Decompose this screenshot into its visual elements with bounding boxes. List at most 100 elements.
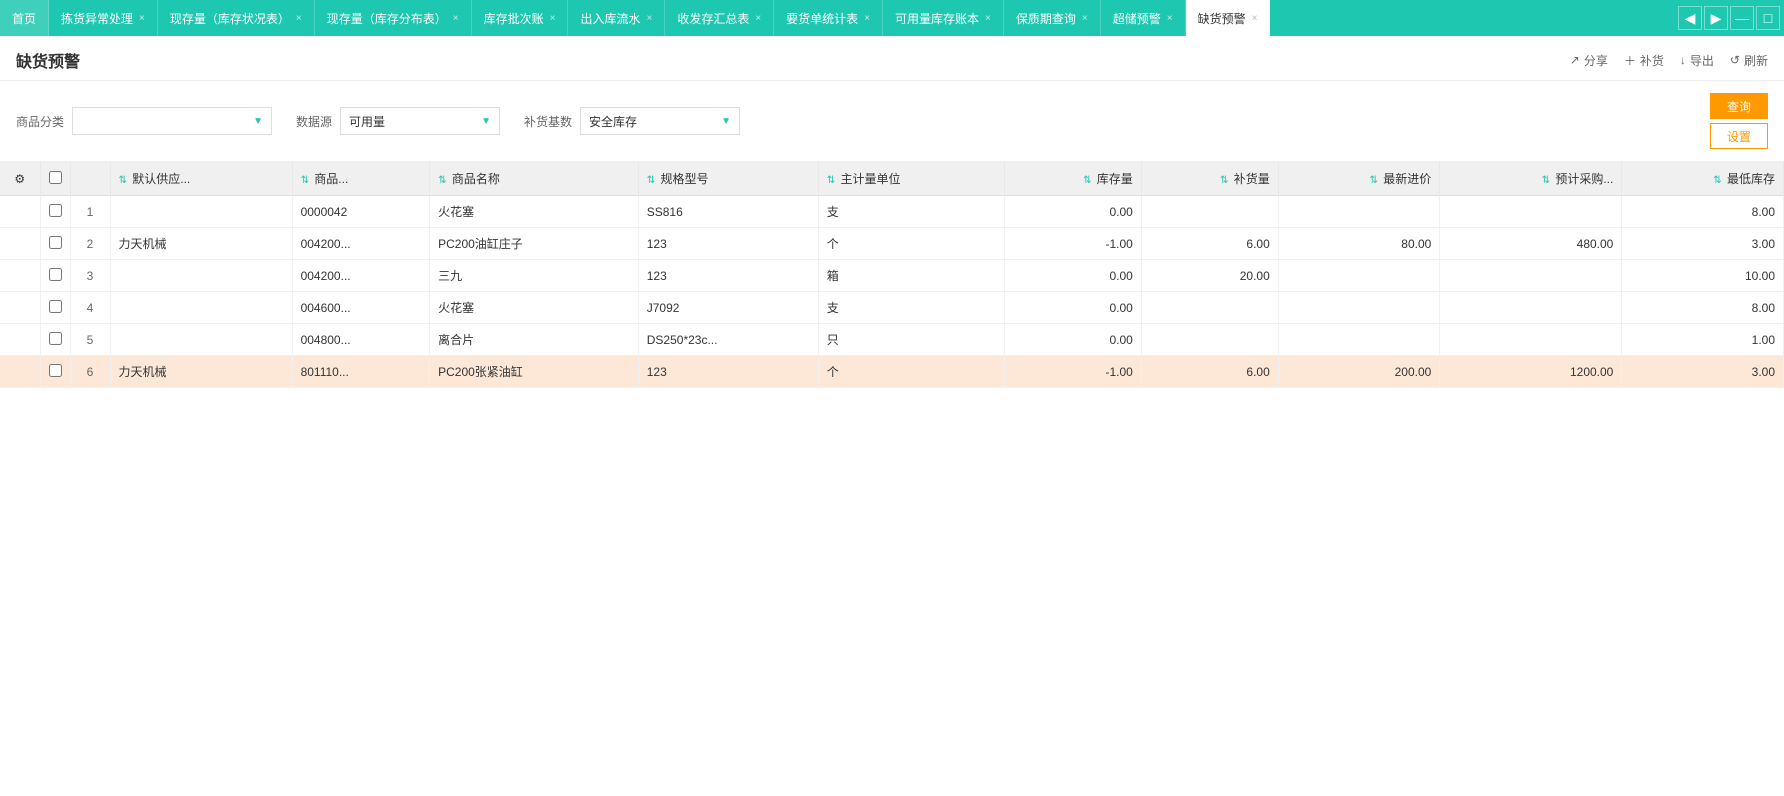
nav-tabs: 首页拣货异常处理×现存量（库存状况表）×现存量（库存分布表）×库存批次账×出入库… [0,0,1784,36]
column-unit: ⇅ 主计量单位 [818,162,1004,196]
row-checkbox[interactable] [49,300,62,313]
row-estimated-purchase [1440,196,1622,228]
row-replenish [1141,292,1278,324]
tab-close-btn[interactable]: × [296,13,302,24]
filter-area: 商品分类 ▼ 数据源 可用量 ▼ 补货基数 安全库存 ▼ 查询 设置 [0,81,1784,162]
nav-tab-5[interactable]: 出入库流水× [568,0,665,36]
row-checkbox[interactable] [49,268,62,281]
category-arrow-icon: ▼ [253,116,263,127]
row-gear-cell [0,260,40,292]
select-all-checkbox[interactable] [49,171,62,184]
row-number: 4 [70,292,110,324]
nav-tab-3[interactable]: 现存量（库存分布表）× [315,0,472,36]
tab-close-btn[interactable]: × [646,13,652,24]
table-row: 2力天机械004200...PC200油缸庄子123个-1.006.0080.0… [0,228,1784,260]
category-select[interactable]: ▼ [72,107,272,135]
row-checkbox[interactable] [49,236,62,249]
tab-close-btn[interactable]: × [550,13,556,24]
row-supplier [110,260,292,292]
row-replenish [1141,324,1278,356]
row-unit: 支 [818,292,1004,324]
row-min-stock: 3.00 [1622,356,1784,388]
export-action[interactable]: ↓ 导出 [1680,52,1714,69]
row-supplier [110,196,292,228]
row-unit: 只 [818,324,1004,356]
nav-tab-4[interactable]: 库存批次账× [472,0,569,36]
nav-tab-1[interactable]: 拣货异常处理× [49,0,158,36]
column-stock: ⇅ 库存量 [1004,162,1141,196]
settings-button[interactable]: 设置 [1710,123,1768,149]
share-icon: ↗ [1570,53,1580,67]
tab-close-btn[interactable]: × [1167,13,1173,24]
row-checkbox[interactable] [49,332,62,345]
row-estimated-purchase [1440,260,1622,292]
table-row: 10000042火花塞SS816支0.008.00 [0,196,1784,228]
query-button[interactable]: 查询 [1710,93,1768,119]
nav-tab-label: 要货单统计表 [786,10,858,27]
refresh-action[interactable]: ↺ 刷新 [1730,52,1768,69]
nav-tab-11[interactable]: 缺货预警× [1186,0,1271,36]
row-number: 5 [70,324,110,356]
category-label: 商品分类 [16,113,64,130]
row-supplier: 力天机械 [110,356,292,388]
row-latest-price [1278,196,1440,228]
row-number: 3 [70,260,110,292]
row-spec: 123 [638,228,818,260]
stock-sort-icon: ⇅ [1083,175,1091,186]
nav-tab-0[interactable]: 首页 [0,0,49,36]
table-row: 6力天机械801110...PC200张紧油缸123个-1.006.00200.… [0,356,1784,388]
share-action[interactable]: ↗ 分享 [1570,52,1608,69]
row-checkbox[interactable] [49,364,62,377]
datasource-value: 可用量 [349,113,385,130]
tab-close-btn[interactable]: × [864,13,870,24]
refresh-icon: ↺ [1730,53,1740,67]
replenish-base-value: 安全库存 [589,113,637,130]
tab-close-btn[interactable]: × [985,13,991,24]
stock-header-label: 库存量 [1097,172,1133,186]
replenish-action[interactable]: ＋ 补货 [1624,52,1664,69]
nav-tab-10[interactable]: 超储预警× [1101,0,1186,36]
row-unit: 箱 [818,260,1004,292]
replenish-base-select[interactable]: 安全库存 ▼ [580,107,740,135]
nav-tab-7[interactable]: 要货单统计表 × [774,0,883,36]
row-product-name: 火花塞 [430,196,639,228]
maximize-btn[interactable]: □ [1756,6,1780,30]
spec-sort-icon: ⇅ [647,175,655,186]
nav-tab-9[interactable]: 保质期查询× [1004,0,1101,36]
column-gear: ⚙ [0,162,40,196]
datasource-select[interactable]: 可用量 ▼ [340,107,500,135]
row-product-name: 三九 [430,260,639,292]
row-stock: 0.00 [1004,196,1141,228]
gear-icon[interactable]: ⚙ [14,172,25,186]
row-product-name: 离合片 [430,324,639,356]
row-min-stock: 1.00 [1622,324,1784,356]
row-product-code: 004200... [292,228,430,260]
row-supplier [110,324,292,356]
replenish-base-filter-group: 补货基数 安全库存 ▼ [524,107,740,135]
minimize-btn[interactable]: — [1730,6,1754,30]
row-latest-price [1278,324,1440,356]
unit-header-label: 主计量单位 [840,172,900,186]
page-header: 缺货预警 ↗ 分享 ＋ 补货 ↓ 导出 ↺ 刷新 [0,36,1784,81]
row-stock: 0.00 [1004,324,1141,356]
unit-sort-icon: ⇅ [827,175,835,186]
minstock-sort-icon: ⇅ [1713,175,1721,186]
tab-close-btn[interactable]: × [139,13,145,24]
tabs-prev-btn[interactable]: ◀ [1678,6,1702,30]
row-spec: 123 [638,356,818,388]
minstock-header-label: 最低库存 [1727,172,1775,186]
tabs-next-btn[interactable]: ▶ [1704,6,1728,30]
table-row: 4004600...火花塞J7092支0.008.00 [0,292,1784,324]
row-gear-cell [0,324,40,356]
tab-close-btn[interactable]: × [1252,13,1258,24]
tab-close-btn[interactable]: × [755,13,761,24]
tab-close-btn[interactable]: × [1082,13,1088,24]
row-estimated-purchase: 1200.00 [1440,356,1622,388]
nav-tab-2[interactable]: 现存量（库存状况表）× [158,0,315,36]
tab-close-btn[interactable]: × [453,13,459,24]
replenish-sort-icon: ⇅ [1220,175,1228,186]
nav-tab-6[interactable]: 收发存汇总表× [665,0,774,36]
row-product-name: 火花塞 [430,292,639,324]
nav-tab-8[interactable]: 可用量库存账本× [883,0,1004,36]
row-checkbox[interactable] [49,204,62,217]
